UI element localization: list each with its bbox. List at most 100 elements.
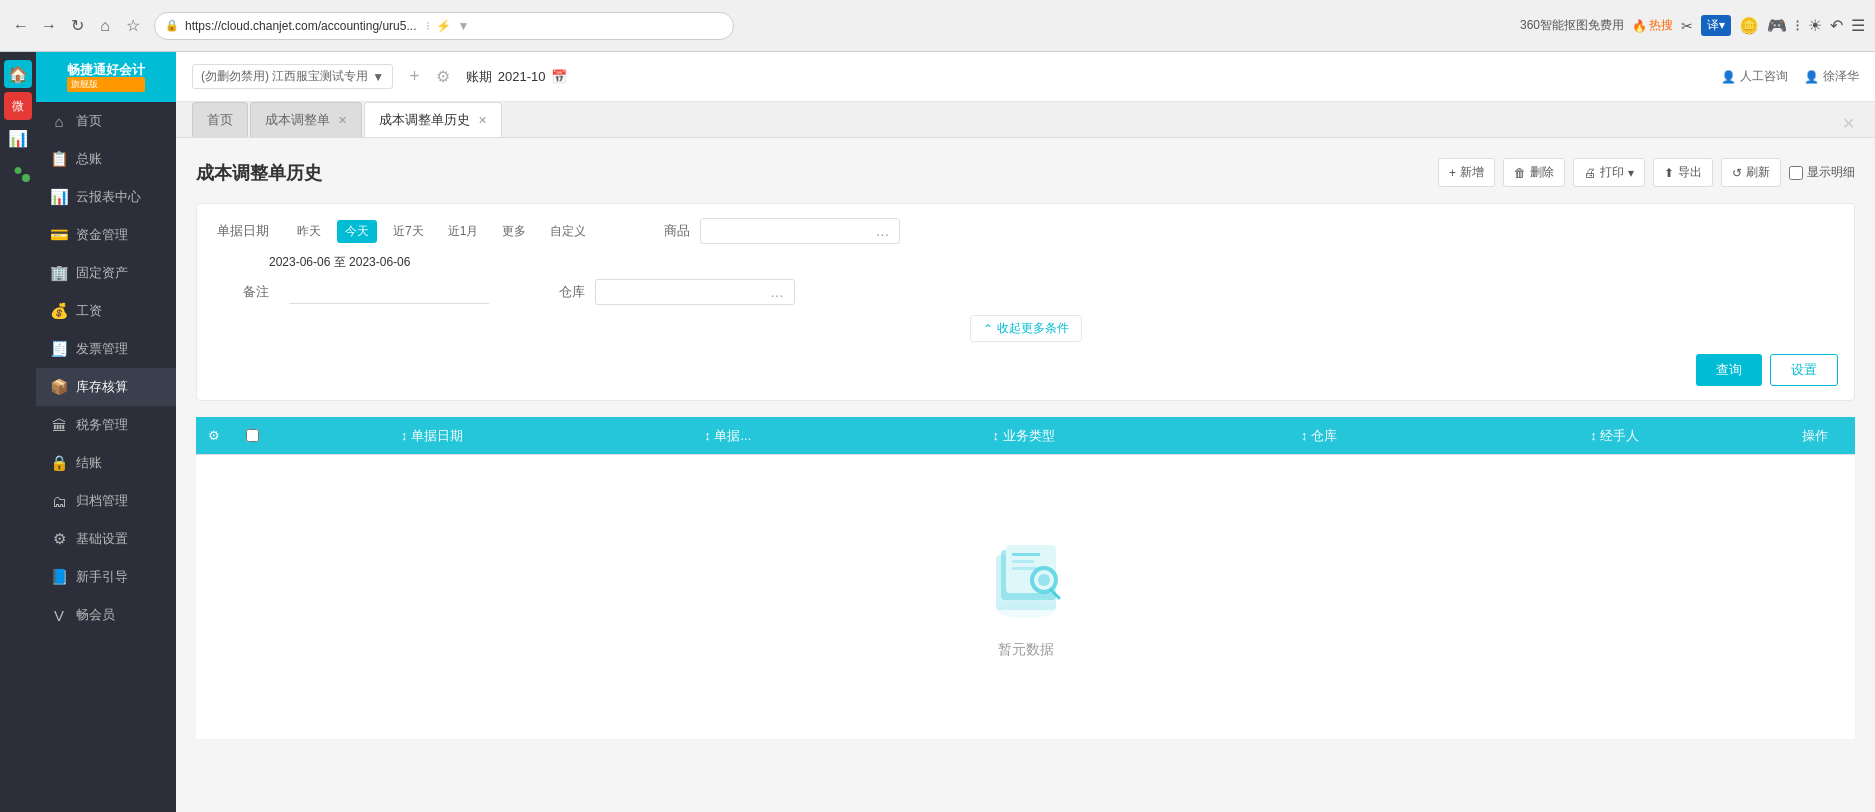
date-btn-custom[interactable]: 自定义 <box>542 220 594 243</box>
service-btn[interactable]: 👤 人工咨询 <box>1721 68 1788 85</box>
tab-cost-adjust-close-icon[interactable]: ✕ <box>338 114 347 127</box>
th-warehouse[interactable]: ↕ 仓库 <box>1184 427 1455 445</box>
sidebar-item-tax[interactable]: 🏛 税务管理 <box>36 406 176 444</box>
calendar-icon[interactable]: 📅 <box>551 69 567 84</box>
plus-new-icon: + <box>1449 166 1456 180</box>
note-filter-label: 备注 <box>213 283 269 301</box>
date-btn-yesterday[interactable]: 昨天 <box>289 220 329 243</box>
strip-icon-green[interactable]: ● <box>4 156 32 184</box>
note-input[interactable] <box>289 280 489 304</box>
home-button[interactable]: ⌂ <box>94 15 116 37</box>
tab-cost-adjust[interactable]: 成本调整单 ✕ <box>250 102 362 137</box>
empty-state: 暂元数据 <box>196 455 1855 739</box>
tab-cost-adjust-history-close-icon[interactable]: ✕ <box>478 114 487 127</box>
user-btn[interactable]: 👤 徐泽华 <box>1804 68 1859 85</box>
sidebar-item-close[interactable]: 🔒 结账 <box>36 444 176 482</box>
warehouse-select[interactable]: … <box>595 279 795 305</box>
display-detail-checkbox[interactable] <box>1789 166 1803 180</box>
sidebar-item-ledger[interactable]: 📋 总账 <box>36 140 176 178</box>
delete-btn[interactable]: 🗑 删除 <box>1503 158 1565 187</box>
sidebar-item-ledger-label: 总账 <box>76 150 102 168</box>
undo-icon[interactable]: ↶ <box>1830 16 1843 35</box>
setup-btn[interactable]: 设置 <box>1770 354 1838 386</box>
th-date[interactable]: ↕ 单据日期 <box>272 427 592 445</box>
hot-search[interactable]: 🔥 热搜 <box>1632 17 1673 34</box>
gear-settings-icon[interactable]: ⚙ <box>208 428 220 443</box>
query-btn[interactable]: 查询 <box>1696 354 1762 386</box>
sidebar-item-invoice[interactable]: 🧾 发票管理 <box>36 330 176 368</box>
address-bar[interactable]: 🔒 https://cloud.chanjet.com/accounting/u… <box>154 12 734 40</box>
sidebar-item-home-label: 首页 <box>76 112 102 130</box>
sidebar-item-guide[interactable]: 📘 新手引导 <box>36 558 176 596</box>
print-btn[interactable]: 🖨 打印 ▾ <box>1573 158 1645 187</box>
game-icon[interactable]: 🎮 <box>1767 16 1787 35</box>
forward-button[interactable]: → <box>38 15 60 37</box>
nav-items-list: ⌂ 首页 📋 总账 📊 云报表中心 💳 资金管理 🏢 固定资产 💰 工资 <box>36 102 176 812</box>
refresh-btn[interactable]: ↺ 刷新 <box>1721 158 1781 187</box>
menu-icon[interactable]: ☰ <box>1851 16 1865 35</box>
member-icon: V <box>50 607 68 624</box>
trash-icon: 🗑 <box>1514 166 1526 180</box>
strip-icon-chart[interactable]: 📊 <box>4 124 32 152</box>
refresh-button[interactable]: ↻ <box>66 15 88 37</box>
sidebar-item-settings-label: 基础设置 <box>76 530 128 548</box>
date-btn-today[interactable]: 今天 <box>337 220 377 243</box>
funds-icon: 💳 <box>50 226 68 244</box>
sidebar-item-member[interactable]: V 畅会员 <box>36 596 176 634</box>
export-btn[interactable]: ⬆ 导出 <box>1653 158 1713 187</box>
top-bar-left: (勿删勿禁用) 江西服宝测试专用 ▼ + ⚙ 账期 2021-10 📅 <box>192 64 567 89</box>
date-btn-7days[interactable]: 近7天 <box>385 220 432 243</box>
sidebar-item-inventory[interactable]: 📦 库存核算 <box>36 368 176 406</box>
tab-bar-close-icon[interactable]: ✕ <box>1838 110 1859 137</box>
data-table-container: ⚙ ↕ 单据日期 ↕ 单据... ↕ 业务类型 ↕ 仓库 <box>196 417 1855 739</box>
date-btn-more[interactable]: 更多 <box>494 220 534 243</box>
strip-icon-red[interactable]: 微 <box>4 92 32 120</box>
strip-icon-active[interactable]: 🏠 <box>4 60 32 88</box>
tab-cost-adjust-history[interactable]: 成本调整单历史 ✕ <box>364 102 502 137</box>
sidebar-item-funds[interactable]: 💳 资金管理 <box>36 216 176 254</box>
th-num[interactable]: ↕ 单据... <box>592 427 863 445</box>
filter-row-warehouse: 备注 仓库 … <box>213 279 1838 305</box>
coin-icon[interactable]: 🪙 <box>1739 16 1759 35</box>
tax-icon: 🏛 <box>50 417 68 434</box>
goods-dots-icon[interactable]: … <box>875 223 889 239</box>
scissors-icon[interactable]: ✂ <box>1681 18 1693 34</box>
sidebar-item-fixed[interactable]: 🏢 固定资产 <box>36 254 176 292</box>
select-all-checkbox[interactable] <box>246 429 259 442</box>
th-handler[interactable]: ↕ 经手人 <box>1455 427 1775 445</box>
translate-icon[interactable]: 译▾ <box>1701 15 1731 36</box>
date-btn-1month[interactable]: 近1月 <box>440 220 487 243</box>
warehouse-dots-icon[interactable]: … <box>770 284 784 300</box>
sidebar-item-archive[interactable]: 🗂 归档管理 <box>36 482 176 520</box>
new-btn-label: 新增 <box>1460 164 1484 181</box>
goods-select[interactable]: … <box>700 218 900 244</box>
sidebar-item-guide-label: 新手引导 <box>76 568 128 586</box>
star-button[interactable]: ☆ <box>122 15 144 37</box>
sidebar-item-home[interactable]: ⌂ 首页 <box>36 102 176 140</box>
collapse-btn[interactable]: ⌃ 收起更多条件 <box>970 315 1082 342</box>
company-selector[interactable]: (勿删勿禁用) 江西服宝测试专用 ▼ <box>192 64 393 89</box>
back-button[interactable]: ← <box>10 15 32 37</box>
new-btn[interactable]: + 新增 <box>1438 158 1495 187</box>
sidebar-item-salary[interactable]: 💰 工资 <box>36 292 176 330</box>
th-checkbox[interactable] <box>232 429 272 442</box>
dropdown-arrow-icon[interactable]: ▼ <box>457 19 469 33</box>
user-name-label: 徐泽华 <box>1823 68 1859 85</box>
sidebar-item-settings[interactable]: ⚙ 基础设置 <box>36 520 176 558</box>
sidebar-item-invoice-label: 发票管理 <box>76 340 128 358</box>
top-bar: (勿删勿禁用) 江西服宝测试专用 ▼ + ⚙ 账期 2021-10 📅 👤 人工… <box>176 52 1875 102</box>
grid-icon: ⁝ <box>426 19 430 33</box>
salary-icon: 💰 <box>50 302 68 320</box>
display-toggle[interactable]: 显示明细 <box>1789 164 1855 181</box>
sidebar-item-reports[interactable]: 📊 云报表中心 <box>36 178 176 216</box>
th-gear[interactable]: ⚙ <box>196 428 232 443</box>
tab-home[interactable]: 首页 <box>192 102 248 137</box>
th-type[interactable]: ↕ 业务类型 <box>863 427 1183 445</box>
grid-apps-icon[interactable]: ⁝ <box>1795 16 1800 35</box>
collapse-row: ⌃ 收起更多条件 <box>213 315 1838 342</box>
plus-icon[interactable]: + <box>409 66 420 87</box>
table-header: ⚙ ↕ 单据日期 ↕ 单据... ↕ 业务类型 ↕ 仓库 <box>196 417 1855 455</box>
company-name: (勿删勿禁用) 江西服宝测试专用 <box>201 68 368 85</box>
settings-gear-icon[interactable]: ⚙ <box>436 67 450 86</box>
sun-icon[interactable]: ☀ <box>1808 16 1822 35</box>
